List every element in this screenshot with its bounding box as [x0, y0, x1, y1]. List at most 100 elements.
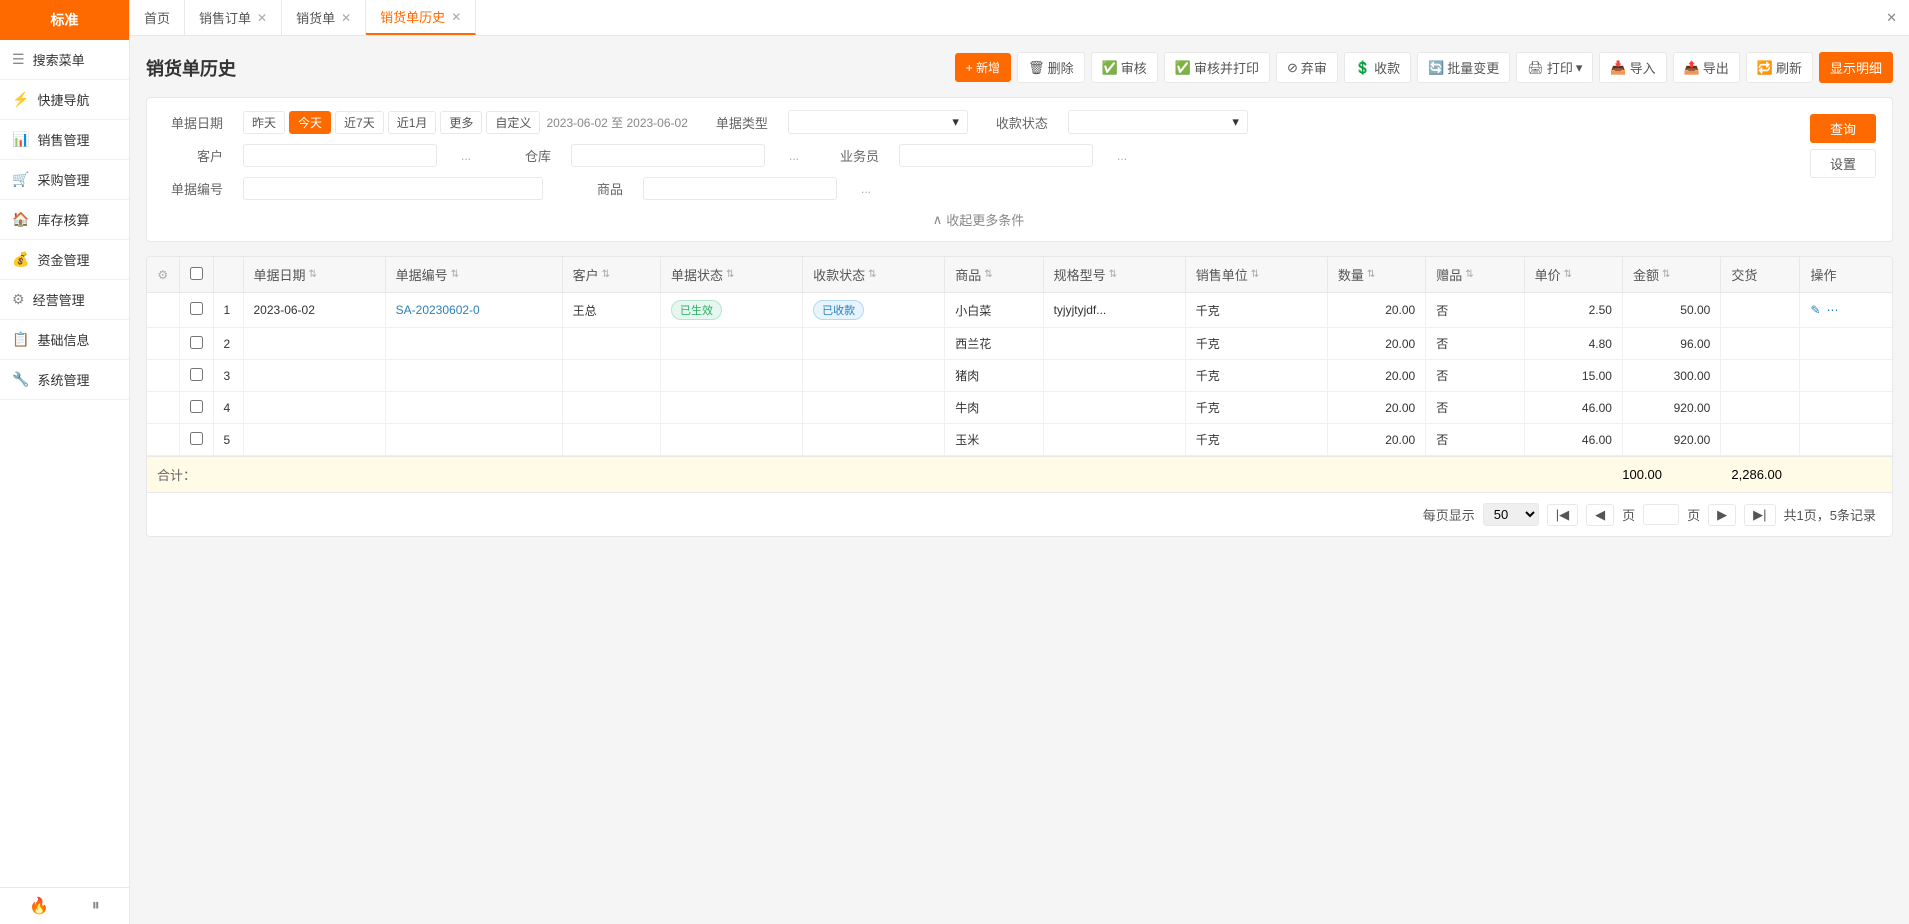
th-spec-type[interactable]: 规格型号⇅: [1043, 257, 1185, 293]
prev-page-btn[interactable]: ◀: [1586, 504, 1614, 526]
set-button[interactable]: 设置: [1810, 149, 1876, 178]
first-page-btn[interactable]: |◀: [1547, 504, 1578, 526]
tab-sales-delivery[interactable]: 销货单 ✕: [282, 0, 366, 35]
th-gift[interactable]: 赠品⇅: [1426, 257, 1524, 293]
tab-sales-history-close[interactable]: ✕: [451, 10, 461, 24]
th-checkbox[interactable]: [179, 257, 213, 293]
export-button[interactable]: 📤 导出: [1673, 52, 1740, 83]
batch-change-button[interactable]: 🔄 批量变更: [1417, 52, 1510, 83]
sidebar-item-operations-mgmt[interactable]: ⚙ 经营管理: [0, 280, 129, 320]
page-input[interactable]: 1: [1643, 504, 1679, 525]
sort-icon: ⇅: [451, 269, 459, 280]
td-spec-type: [1043, 360, 1185, 392]
collect-icon: 💲: [1355, 60, 1371, 76]
sidebar-item-purchase-mgmt[interactable]: 🛒 采购管理: [0, 160, 129, 200]
td-doc-status: [660, 360, 802, 392]
date-btn-custom[interactable]: 自定义: [486, 111, 540, 134]
doc-type-select[interactable]: ▾: [788, 110, 968, 134]
td-checkbox[interactable]: [179, 424, 213, 456]
discard-button[interactable]: ⊘ 弃审: [1276, 52, 1338, 83]
date-btn-today[interactable]: 今天: [289, 111, 331, 134]
date-btn-1month[interactable]: 近1月: [388, 111, 437, 134]
date-btn-more[interactable]: 更多: [440, 111, 482, 134]
th-unit-price[interactable]: 单价⇅: [1524, 257, 1622, 293]
sidebar-item-search-menu[interactable]: ☰ 搜索菜单: [0, 40, 129, 80]
date-btn-yesterday[interactable]: 昨天: [243, 111, 285, 134]
row-checkbox[interactable]: [190, 368, 203, 381]
th-doc-no[interactable]: 单据编号⇅: [385, 257, 562, 293]
print-button[interactable]: 🖨 打印 ▾: [1516, 52, 1593, 83]
doc-no-input[interactable]: [243, 177, 543, 200]
sidebar-item-basic-info[interactable]: 📋 基础信息: [0, 320, 129, 360]
th-quantity[interactable]: 数量⇅: [1327, 257, 1425, 293]
date-range: 2023-06-02 至 2023-06-02: [546, 114, 687, 131]
action-btn[interactable]: ✎: [1810, 303, 1820, 317]
approve-icon: ✅: [1102, 60, 1118, 76]
warehouse-label: 仓库: [491, 146, 551, 165]
filter-row-3: 单据编号 商品 ...: [163, 177, 1794, 200]
last-page-btn[interactable]: ▶|: [1744, 504, 1775, 526]
th-goods[interactable]: 商品⇅: [945, 257, 1043, 293]
show-detail-button[interactable]: 显示明细: [1819, 52, 1893, 83]
th-customer[interactable]: 客户⇅: [562, 257, 660, 293]
th-amount[interactable]: 金额⇅: [1622, 257, 1720, 293]
operations-mgmt-icon: ⚙: [12, 291, 25, 308]
sidebar-bottom: 🔥 ⏸: [0, 887, 129, 924]
new-button[interactable]: + 新增: [955, 53, 1011, 82]
td-checkbox[interactable]: [179, 360, 213, 392]
th-doc-status[interactable]: 单据状态⇅: [660, 257, 802, 293]
th-settings[interactable]: ⚙: [147, 257, 179, 293]
tab-sales-order-close[interactable]: ✕: [257, 11, 267, 25]
delete-button[interactable]: 🗑 删除: [1017, 52, 1085, 83]
goods-input[interactable]: [643, 177, 837, 200]
tab-sales-history[interactable]: 销货单历史 ✕: [366, 0, 476, 35]
sidebar-pause-btn[interactable]: ⏸: [92, 897, 100, 915]
warehouse-input[interactable]: [571, 144, 765, 167]
query-button[interactable]: 查询: [1810, 114, 1876, 143]
td-checkbox[interactable]: [179, 392, 213, 424]
th-transaction: 交货: [1721, 257, 1800, 293]
td-spec-type: [1043, 328, 1185, 360]
th-payment-status[interactable]: 收款状态⇅: [803, 257, 945, 293]
date-btn-7days[interactable]: 近7天: [335, 111, 384, 134]
row-checkbox[interactable]: [190, 336, 203, 349]
sidebar-item-quick-nav[interactable]: ⚡ 快捷导航: [0, 80, 129, 120]
payment-status-select[interactable]: ▾: [1068, 110, 1248, 134]
sidebar-item-inventory[interactable]: 🏠 库存核算: [0, 200, 129, 240]
finance-mgmt-icon: 💰: [12, 251, 29, 268]
refresh-button[interactable]: 🔁 刷新: [1746, 52, 1813, 83]
customer-input[interactable]: [243, 144, 437, 167]
td-doc-status: 已生效: [660, 293, 802, 328]
th-doc-date[interactable]: 单据日期⇅: [243, 257, 385, 293]
row-checkbox[interactable]: [190, 302, 203, 315]
collect-button[interactable]: 💲 收款: [1344, 52, 1411, 83]
td-settings: [147, 392, 179, 424]
row-checkbox[interactable]: [190, 400, 203, 413]
select-all-checkbox[interactable]: [190, 267, 203, 280]
system-mgmt-icon: 🔧: [12, 371, 29, 388]
sidebar-fire-btn[interactable]: 🔥: [29, 896, 49, 916]
tab-sales-order[interactable]: 销售订单 ✕: [185, 0, 282, 35]
action-btn[interactable]: ⋯: [1827, 303, 1839, 317]
sidebar-item-finance-mgmt[interactable]: 💰 资金管理: [0, 240, 129, 280]
row-checkbox[interactable]: [190, 432, 203, 445]
td-checkbox[interactable]: [179, 293, 213, 328]
tab-home[interactable]: 首页: [130, 0, 185, 35]
import-button[interactable]: 📥 导入: [1599, 52, 1666, 83]
sidebar-item-system-mgmt[interactable]: 🔧 系统管理: [0, 360, 129, 400]
staff-input[interactable]: [899, 144, 1093, 167]
next-page-btn[interactable]: ▶: [1708, 504, 1736, 526]
td-checkbox[interactable]: [179, 328, 213, 360]
collapse-btn[interactable]: ∧ 收起更多条件: [163, 210, 1794, 229]
date-btns: 昨天 今天 近7天 近1月 更多 自定义: [243, 111, 540, 134]
th-sales-unit[interactable]: 销售单位⇅: [1185, 257, 1327, 293]
tab-sales-delivery-close[interactable]: ✕: [341, 11, 351, 25]
sidebar-item-label: 经营管理: [33, 290, 85, 309]
approve-print-button[interactable]: ✅ 审核并打印: [1164, 52, 1270, 83]
sidebar-item-sales-mgmt[interactable]: 📊 销售管理: [0, 120, 129, 160]
approve-button[interactable]: ✅ 审核: [1091, 52, 1158, 83]
td-amount: 920.00: [1622, 424, 1720, 456]
td-unit-price: 46.00: [1524, 392, 1622, 424]
tab-bar-close-btn[interactable]: ✕: [1874, 10, 1909, 26]
page-size-select[interactable]: 50 100 200: [1483, 503, 1539, 526]
